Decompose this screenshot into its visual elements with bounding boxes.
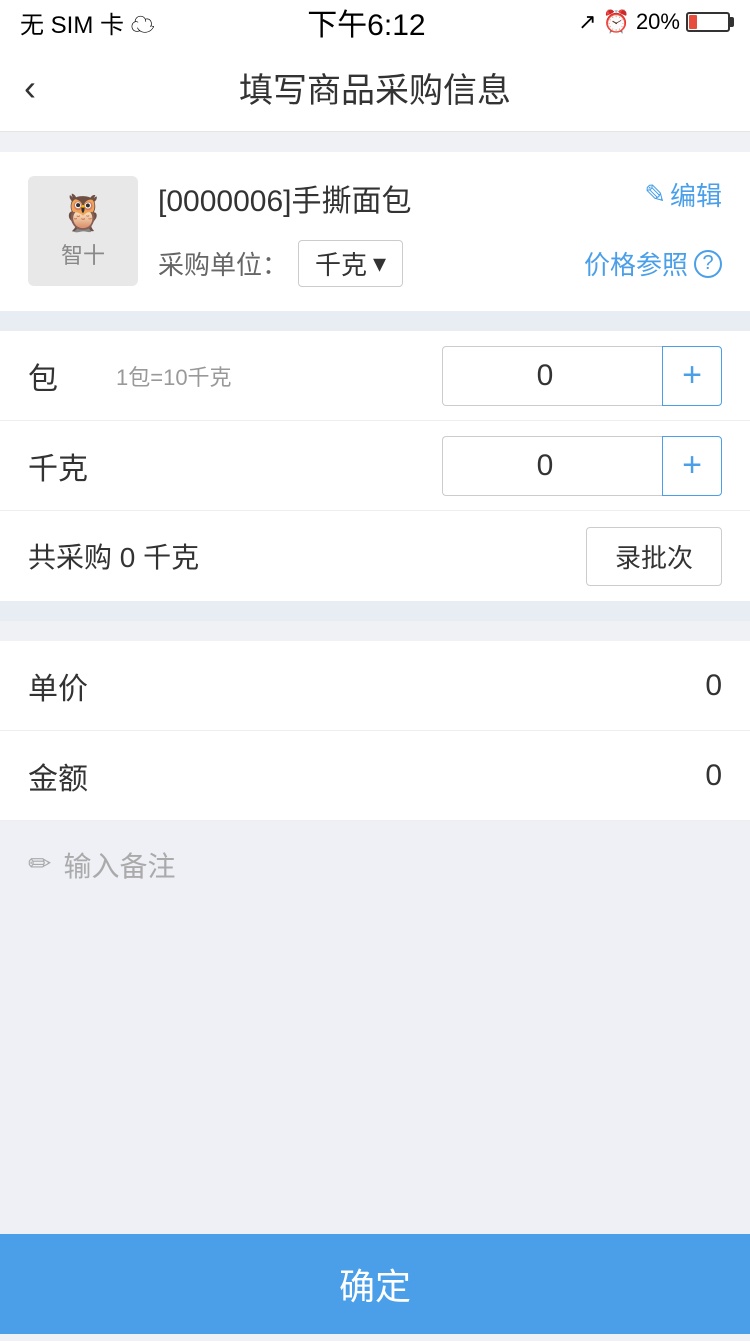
quantity-input-section: 包 1包=10千克 + 千克 + (0, 331, 750, 511)
amount-label: 金额 (28, 754, 88, 798)
status-time: 下午6:12 (307, 0, 425, 44)
status-right: ↗ ⏰ 20% (578, 9, 730, 35)
unit-price-row: 单价 0 (0, 641, 750, 731)
price-reference-button[interactable]: 价格参照 ? (584, 245, 722, 282)
alarm-icon: ⏰ (603, 9, 630, 35)
signal-text: 无 SIM 卡 ☁ (20, 5, 155, 40)
dropdown-arrow: ▾ (373, 248, 386, 279)
unit-value: 千克 (315, 245, 367, 282)
unit-price-label: 单价 (28, 664, 88, 708)
unit-select-dropdown[interactable]: 千克 ▾ (298, 240, 403, 287)
bag-label: 包 (28, 354, 108, 398)
product-name-row: [0000006]手撕面包 ✎ 编辑 (158, 176, 722, 220)
status-left: 无 SIM 卡 ☁ (20, 5, 155, 40)
product-image: 🦉 智十 (28, 176, 138, 286)
notes-section[interactable]: ✏ 输入备注 (0, 821, 750, 941)
section-divider-2 (0, 601, 750, 621)
product-info: [0000006]手撕面包 ✎ 编辑 采购单位： 千克 ▾ 价格参照 ? (158, 176, 722, 287)
amount-value: 0 (705, 759, 722, 793)
unit-price-value: 0 (705, 669, 722, 703)
amount-row: 金额 0 (0, 731, 750, 821)
confirm-button[interactable]: 确定 (0, 1234, 750, 1334)
kg-label: 千克 (28, 444, 108, 488)
status-bar: 无 SIM 卡 ☁ 下午6:12 ↗ ⏰ 20% (0, 0, 750, 44)
empty-space (0, 941, 750, 1241)
product-card: 🦉 智十 [0000006]手撕面包 ✎ 编辑 采购单位： 千克 ▾ (0, 152, 750, 311)
unit-row: 采购单位： 千克 ▾ 价格参照 ? (158, 240, 722, 287)
notes-placeholder: 输入备注 (63, 845, 175, 885)
section-divider-1 (0, 311, 750, 331)
battery-icon (686, 12, 730, 32)
total-label: 共采购 0 千克 (28, 536, 199, 576)
nav-bar: ‹ 填写商品采购信息 (0, 44, 750, 132)
edit-button[interactable]: ✎ 编辑 (644, 176, 722, 213)
back-button[interactable]: ‹ (24, 67, 36, 109)
price-ref-label: 价格参照 (584, 245, 688, 282)
bag-input-group: + (442, 346, 722, 406)
product-logo-text: 智十 (61, 238, 105, 270)
total-row: 共采购 0 千克 录批次 (0, 511, 750, 601)
edit-label: 编辑 (670, 176, 722, 213)
bag-sublabel: 1包=10千克 (116, 360, 232, 392)
battery-percent: 20% (636, 9, 680, 35)
page-title: 填写商品采购信息 (239, 63, 511, 112)
kg-plus-button[interactable]: + (662, 436, 722, 496)
pricing-section: 单价 0 金额 0 (0, 641, 750, 821)
bag-input-row: 包 1包=10千克 + (0, 331, 750, 421)
bag-quantity-input[interactable] (442, 346, 662, 406)
location-icon: ↗ (578, 9, 596, 35)
product-name: [0000006]手撕面包 (158, 176, 644, 220)
kg-input-group: + (442, 436, 722, 496)
kg-quantity-input[interactable] (442, 436, 662, 496)
edit-icon: ✎ (644, 179, 666, 210)
batch-record-button[interactable]: 录批次 (586, 527, 722, 586)
bag-plus-button[interactable]: + (662, 346, 722, 406)
help-icon: ? (694, 250, 722, 278)
product-logo: 🦉 (61, 192, 106, 234)
pencil-icon: ✏ (28, 847, 51, 880)
kg-input-row: 千克 + (0, 421, 750, 511)
unit-label: 采购单位： (158, 245, 288, 282)
